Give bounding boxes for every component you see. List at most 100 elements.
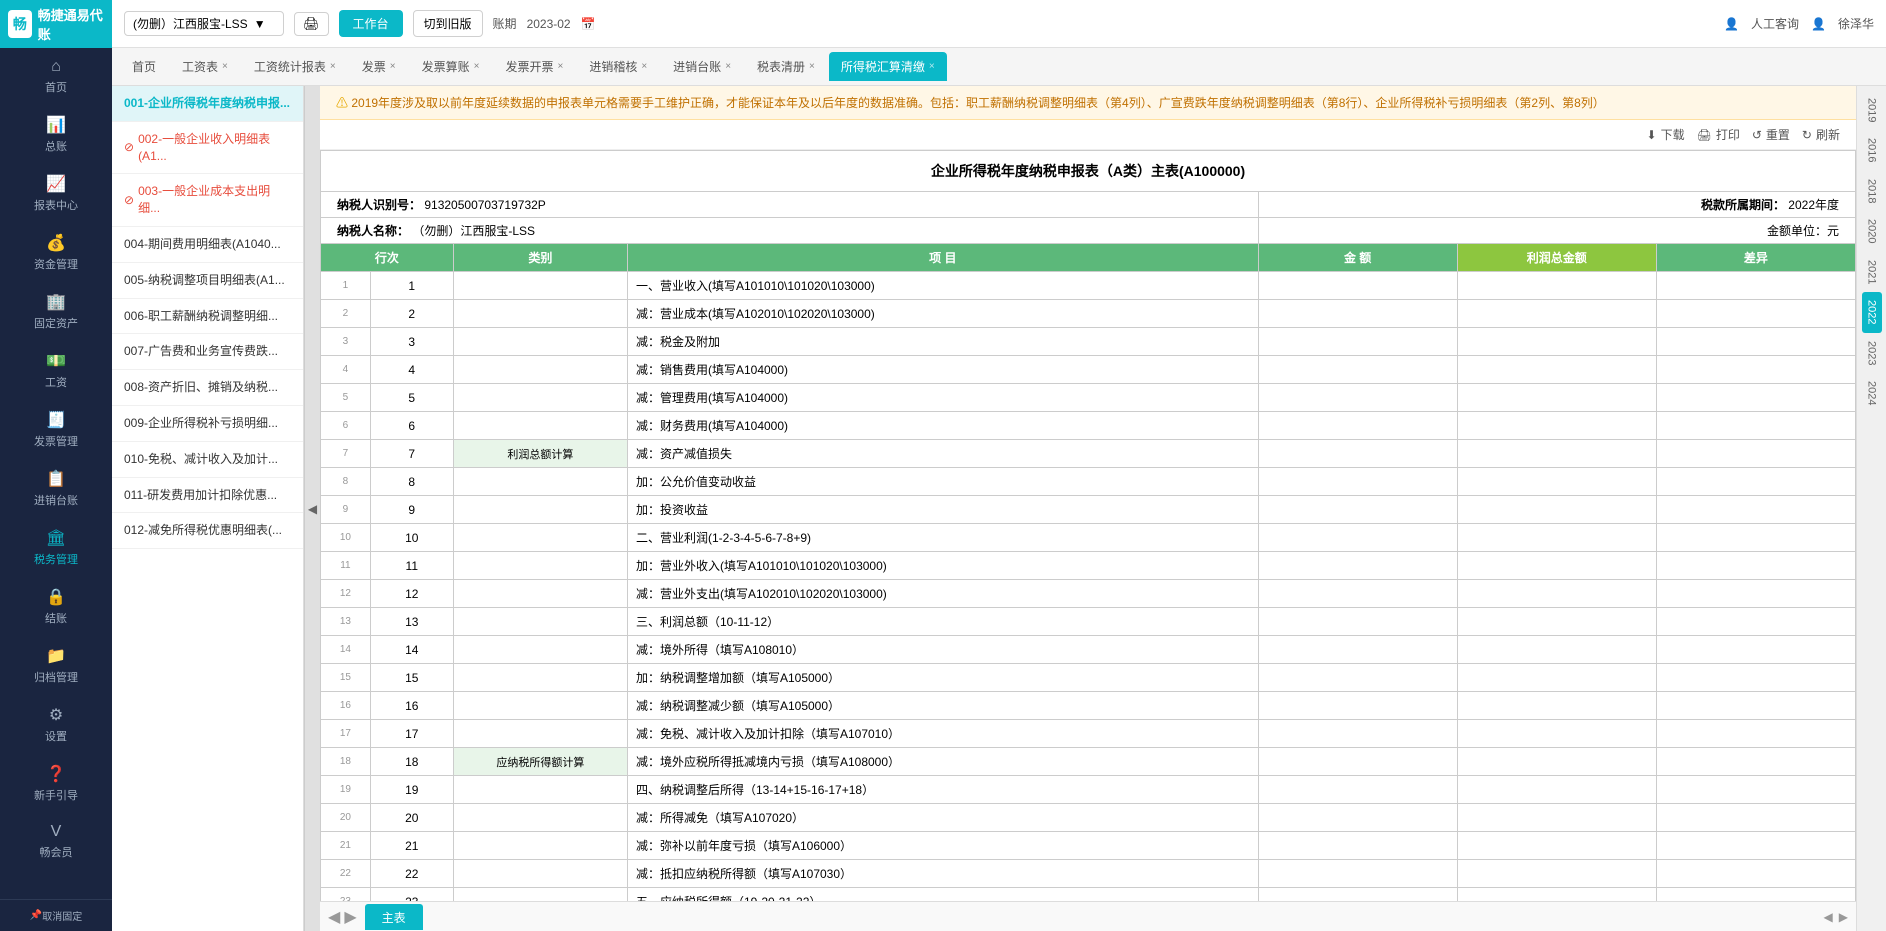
year-item-2023[interactable]: 2023 [1862,333,1882,373]
sidebar-item-close[interactable]: 🔒结账 [0,577,112,636]
year-item-2019[interactable]: 2019 [1862,90,1882,130]
row-profit[interactable] [1457,608,1656,636]
year-item-2016[interactable]: 2016 [1862,130,1882,170]
row-profit[interactable] [1457,888,1656,902]
download-btn[interactable]: ⬇ 下载 [1647,126,1685,143]
row-diff[interactable] [1656,412,1855,440]
company-selector[interactable]: (勿删）江西服宝-LSS ▼ [124,11,284,36]
year-item-2021[interactable]: 2021 [1862,252,1882,292]
nav-tab-税表清册[interactable]: 税表清册 × [745,52,827,81]
row-amount[interactable] [1258,272,1457,300]
scroll-nav-left[interactable]: ◀ ▶ [328,907,357,927]
row-profit[interactable] [1457,748,1656,776]
row-profit[interactable] [1457,272,1656,300]
row-amount[interactable] [1258,748,1457,776]
nav-tab-工资统计报表[interactable]: 工资统计报表 × [242,52,348,81]
nav-tab-发票开票[interactable]: 发票开票 × [493,52,575,81]
sidebar-item-home[interactable]: ⌂首页 [0,48,112,105]
workspace-btn[interactable]: 工作台 [339,10,403,37]
row-amount[interactable] [1258,580,1457,608]
row-amount[interactable] [1258,412,1457,440]
bottom-tab-主表[interactable]: 主表 [365,904,423,930]
row-profit[interactable] [1457,664,1656,692]
row-profit[interactable] [1457,580,1656,608]
tab-close[interactable]: × [474,61,480,72]
row-diff[interactable] [1656,776,1855,804]
row-profit[interactable] [1457,552,1656,580]
scroll-right-1[interactable]: ◀ [1824,910,1833,924]
left-panel-item-002[interactable]: 002-一般企业收入明细表(A1... [112,122,303,175]
row-amount[interactable] [1258,776,1457,804]
row-amount[interactable] [1258,664,1457,692]
row-amount[interactable] [1258,496,1457,524]
row-amount[interactable] [1258,524,1457,552]
row-profit[interactable] [1457,496,1656,524]
row-diff[interactable] [1656,440,1855,468]
year-item-2022[interactable]: 2022 [1862,292,1882,332]
tab-close[interactable]: × [725,61,731,72]
row-diff[interactable] [1656,524,1855,552]
row-profit[interactable] [1457,804,1656,832]
switch-btn[interactable]: 切到旧版 [413,10,483,37]
sidebar-item-purchase[interactable]: 📋进销台账 [0,459,112,518]
tab-close[interactable]: × [222,61,228,72]
left-panel-item-009[interactable]: 009-企业所得税补亏损明细... [112,406,303,442]
row-amount[interactable] [1258,832,1457,860]
row-profit[interactable] [1457,356,1656,384]
row-diff[interactable] [1656,552,1855,580]
row-profit[interactable] [1457,636,1656,664]
sidebar-item-settings[interactable]: ⚙设置 [0,695,112,754]
left-panel-item-010[interactable]: 010-免税、减计收入及加计... [112,442,303,478]
row-amount[interactable] [1258,720,1457,748]
nav-tab-进销台账[interactable]: 进销台账 × [661,52,743,81]
row-diff[interactable] [1656,608,1855,636]
row-diff[interactable] [1656,300,1855,328]
row-amount[interactable] [1258,328,1457,356]
row-diff[interactable] [1656,328,1855,356]
tab-close[interactable]: × [390,61,396,72]
row-amount[interactable] [1258,468,1457,496]
left-panel-item-012[interactable]: 012-减免所得税优惠明细表(... [112,513,303,549]
row-profit[interactable] [1457,412,1656,440]
row-profit[interactable] [1457,524,1656,552]
topbar-print-icon[interactable]: 🖨 [294,12,329,36]
row-diff[interactable] [1656,832,1855,860]
sidebar-item-member[interactable]: V畅会员 [0,813,112,870]
year-item-2018[interactable]: 2018 [1862,171,1882,211]
row-amount[interactable] [1258,692,1457,720]
sidebar-item-ledger[interactable]: 📊总账 [0,105,112,164]
row-diff[interactable] [1656,748,1855,776]
row-profit[interactable] [1457,860,1656,888]
row-profit[interactable] [1457,468,1656,496]
row-profit[interactable] [1457,328,1656,356]
left-panel-item-008[interactable]: 008-资产折旧、摊销及纳税... [112,370,303,406]
row-diff[interactable] [1656,636,1855,664]
nav-right-icon[interactable]: ▶ [344,907,356,927]
tab-close[interactable]: × [641,61,647,72]
row-amount[interactable] [1258,384,1457,412]
left-panel-item-003[interactable]: 003-一般企业成本支出明细... [112,174,303,227]
tab-close[interactable]: × [557,61,563,72]
left-panel-item-011[interactable]: 011-研发费用加计扣除优惠... [112,478,303,514]
sidebar-item-asset[interactable]: 💰资金管理 [0,223,112,282]
collapse-btn[interactable]: ◀ [304,86,320,931]
sidebar-item-payroll[interactable]: 💵工资 [0,341,112,400]
sidebar-item-archive[interactable]: 📁归档管理 [0,636,112,695]
calendar-icon[interactable]: 📅 [581,17,596,31]
row-diff[interactable] [1656,272,1855,300]
row-profit[interactable] [1457,300,1656,328]
sidebar-unfix-btn[interactable]: 📌 取消固定 [0,899,112,931]
row-profit[interactable] [1457,720,1656,748]
row-amount[interactable] [1258,552,1457,580]
row-diff[interactable] [1656,468,1855,496]
row-profit[interactable] [1457,692,1656,720]
left-panel-item-006[interactable]: 006-职工薪酬纳税调整明细... [112,299,303,335]
row-amount[interactable] [1258,636,1457,664]
row-diff[interactable] [1656,860,1855,888]
row-diff[interactable] [1656,356,1855,384]
row-profit[interactable] [1457,832,1656,860]
tab-close[interactable]: × [929,61,935,72]
print-btn[interactable]: 🖨 打印 [1697,126,1740,143]
row-diff[interactable] [1656,580,1855,608]
row-profit[interactable] [1457,440,1656,468]
